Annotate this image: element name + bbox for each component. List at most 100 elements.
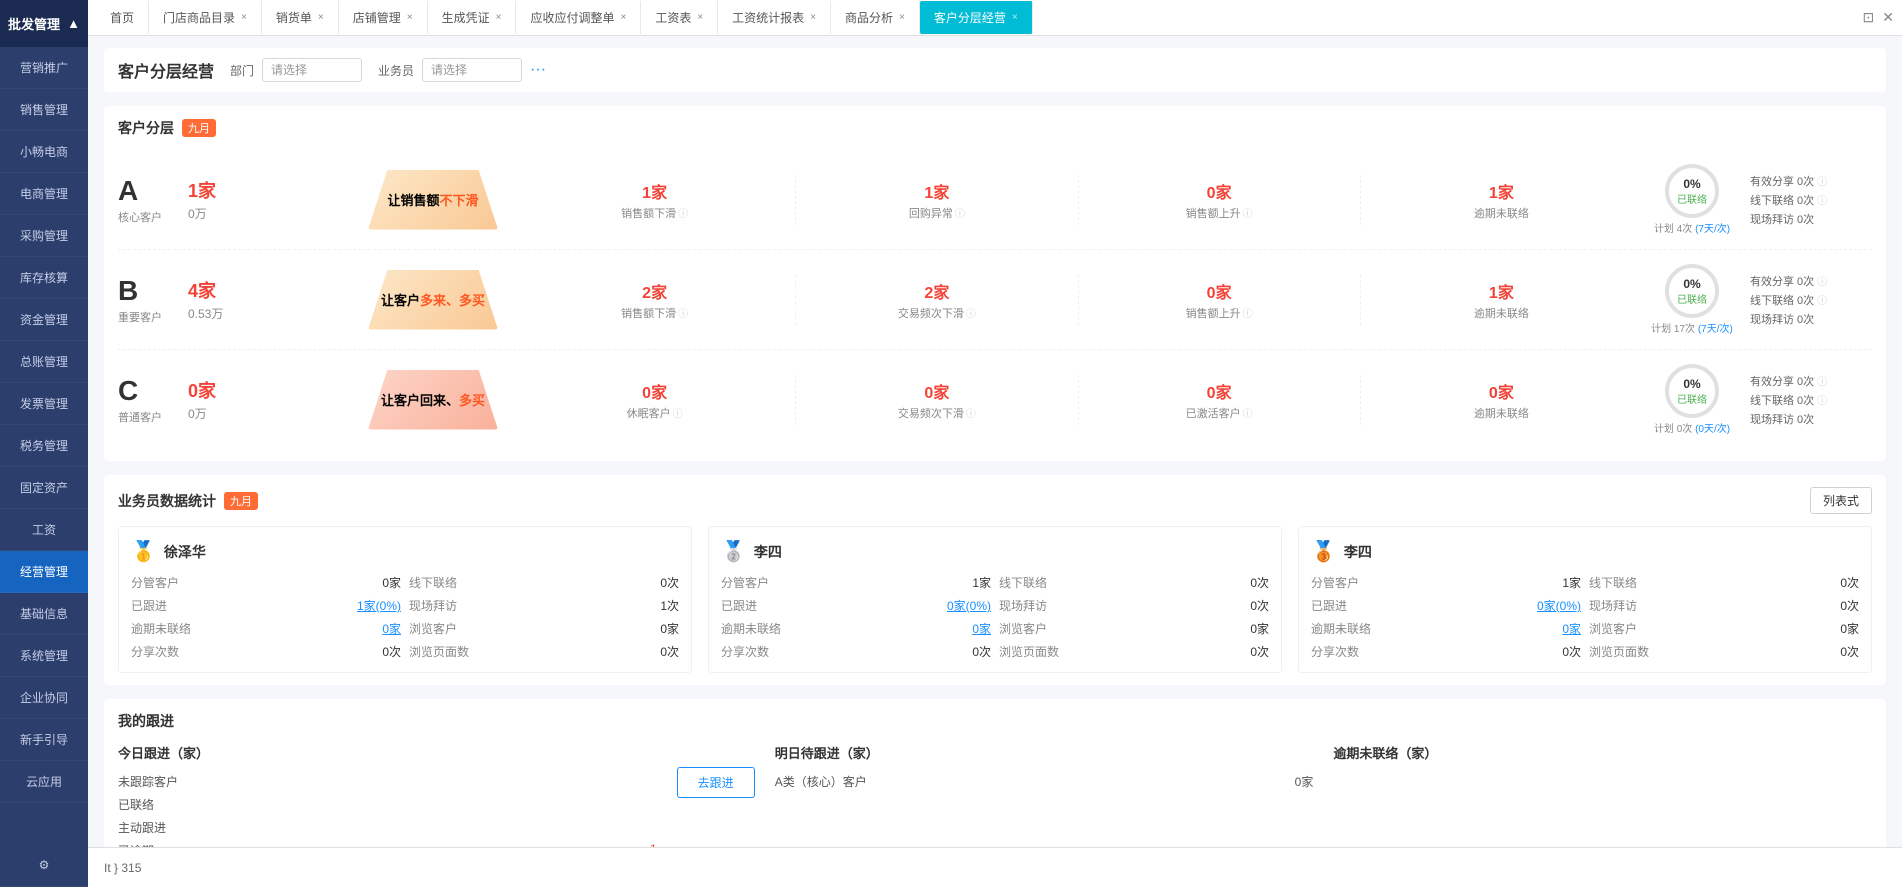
dept-select[interactable]: 请选择 [262,58,362,82]
tab-label: 生成凭证 [442,9,490,26]
tier-row-a: A 核心客户 1家 0万 让销售额不下滑 1家 销售额下滑 ⓘ [118,150,1872,250]
medal-icon-1: 🥈 [721,539,746,564]
tab-payroll-report[interactable]: 工资统计报表 × [718,1,831,34]
side-stats-b: 有效分享 0次 ⓘ 线下联络 0次 ⓘ 现场拜访 0次 [1742,273,1872,327]
stat-label: 销售额上升 ⓘ [1087,305,1352,321]
sidebar-item-marketing[interactable]: 营销推广 [0,47,88,89]
tabs-expand-icon[interactable]: ⊡ [1863,9,1875,26]
tab-label: 工资表 [655,9,691,26]
tabs-actions: ⊡ ✕ [1863,9,1894,26]
tier-amount-a: 0万 [188,205,348,222]
sidebar-item-label: 采购管理 [20,229,68,243]
close-icon[interactable]: × [620,12,626,23]
close-icon[interactable]: × [1012,12,1018,23]
sidebar-item-label: 新手引导 [20,733,68,747]
stat-val: 2家 [804,279,1069,303]
sidebar-item-invoice[interactable]: 发票管理 [0,383,88,425]
close-icon[interactable]: × [318,12,324,23]
goto-followup-btn[interactable]: 去跟进 [677,767,755,798]
sidebar-header[interactable]: 批发管理 ▲ [0,0,88,47]
staff-stat: 浏览页面数 0次 [1589,643,1859,660]
sidebar-item-ecommerce-small[interactable]: 小畅电商 [0,131,88,173]
tab-product-analysis[interactable]: 商品分析 × [831,1,920,34]
staff-stats-section: 业务员数据统计 九月 列表式 🥇 徐泽华 分管客户 0家 [104,475,1886,685]
page-title: 客户分层经营 [118,58,214,82]
side-stat-offline-a: 线下联络 0次 ⓘ [1750,192,1872,208]
tier-summary-b: 4家 0.53万 [188,277,348,322]
list-view-btn[interactable]: 列表式 [1810,487,1872,514]
sidebar-item-ecommerce[interactable]: 电商管理 [0,173,88,215]
circle-lbl-a: 已联络 [1677,191,1707,206]
circle-lbl-c: 已联络 [1677,391,1707,406]
tier-letter-a: A [118,175,138,207]
sidebar-item-purchase[interactable]: 采购管理 [0,215,88,257]
stat-label: 回购异常 ⓘ [804,205,1069,221]
close-icon[interactable]: × [241,12,247,23]
stat-label: 休眠客户 ⓘ [522,405,787,421]
sales-select[interactable]: 请选择 [422,58,522,82]
sidebar-item-sales[interactable]: 销售管理 [0,89,88,131]
sidebar-collapse-icon[interactable]: ▲ [67,16,80,31]
stat-label: 逾期未联络 [1369,405,1634,421]
circle-pct-b: 0% [1683,277,1700,291]
tab-store-manage[interactable]: 店铺管理 × [339,1,428,34]
tab-ar-adjustment[interactable]: 应收应付调整单 × [516,1,641,34]
dept-filter: 部门 请选择 [230,58,362,82]
sidebar-item-tax[interactable]: 税务管理 [0,425,88,467]
stat-sales-up-a: 0家 销售额上升 ⓘ [1079,175,1361,225]
tab-customer-tier[interactable]: 客户分层经营 × [920,1,1033,34]
sidebar-item-fixed-assets[interactable]: 固定资产 [0,467,88,509]
tab-sales-order[interactable]: 销货单 × [262,1,339,34]
medal-icon-0: 🥇 [131,539,156,564]
sidebar-item-payroll[interactable]: 工资 [0,509,88,551]
staff-stats-grid-1: 分管客户 1家 线下联络 0次 已跟进 0家(0%) 现场拜访 [721,574,1269,660]
more-filter-btn[interactable]: ··· [530,61,546,79]
close-icon[interactable]: × [407,12,413,23]
circle-sub-c: 计划 0次 (0天/次) [1654,420,1730,435]
sidebar-item-basic-info[interactable]: 基础信息 [0,593,88,635]
tier-trapezoid-c: 让客户回来、多买 [368,370,498,430]
sidebar-item-system[interactable]: 系统管理 [0,635,88,677]
bottom-bar: It } 315 [88,847,1902,887]
close-icon[interactable]: × [496,12,502,23]
stat-sales-drop-b: 2家 销售额下滑 ⓘ [514,275,796,325]
tab-store-products[interactable]: 门店商品目录 × [149,1,262,34]
tabs-close-icon[interactable]: ✕ [1882,9,1894,26]
sidebar-item-collab[interactable]: 企业协同 [0,677,88,719]
circle-sub-b: 计划 17次 (7天/次) [1651,320,1733,335]
side-stat-visit-c: 现场拜访 0次 [1750,411,1872,427]
circle-a: 0% 已联络 计划 4次 (7天/次) [1642,160,1742,239]
sidebar-item-finance[interactable]: 资金管理 [0,299,88,341]
tier-row-c: C 普通客户 0家 0万 让客户回来、多买 0家 休眠客户 ⓘ [118,350,1872,449]
sidebar-item-settings[interactable]: ⚙ [0,844,88,887]
sidebar-item-operations[interactable]: 经营管理 [0,551,88,593]
close-icon[interactable]: × [697,12,703,23]
circle-pct-c: 0% [1683,377,1700,391]
stat-val: 1家 [1369,179,1634,203]
stat-label: 销售额下滑 ⓘ [522,305,787,321]
sidebar-item-label: 库存核算 [20,271,68,285]
close-icon[interactable]: × [899,12,905,23]
close-icon[interactable]: × [810,12,816,23]
sidebar-item-label: 基础信息 [20,607,68,621]
sidebar-item-inventory[interactable]: 库存核算 [0,257,88,299]
tier-letter-c: C [118,375,138,407]
tab-payroll[interactable]: 工资表 × [641,1,718,34]
tier-name-c: 普通客户 [118,409,162,425]
stat-sales-up-b: 0家 销售额上升 ⓘ [1079,275,1361,325]
sidebar-item-ledger[interactable]: 总账管理 [0,341,88,383]
tier-count-c: 0家 [188,377,348,403]
section-title: 客户分层 [118,118,174,138]
sales-filter: 业务员 请选择 ··· [378,58,546,82]
sidebar-item-guide[interactable]: 新手引导 [0,719,88,761]
tab-home[interactable]: 首页 [96,1,149,34]
main-area: 首页 门店商品目录 × 销货单 × 店铺管理 × 生成凭证 × 应收应付调整单 … [88,0,1902,887]
sidebar-item-label: 小畅电商 [20,145,68,159]
staff-stat: 现场拜访 0次 [999,597,1269,614]
stat-val: 0家 [1087,179,1352,203]
staff-stat: 分享次数 0次 [721,643,991,660]
page-header: 客户分层经营 部门 请选择 业务员 请选择 ··· [104,48,1886,92]
tab-voucher[interactable]: 生成凭证 × [428,1,517,34]
stat-label: 交易频次下滑 ⓘ [804,405,1069,421]
sidebar-item-cloud[interactable]: 云应用 [0,761,88,803]
